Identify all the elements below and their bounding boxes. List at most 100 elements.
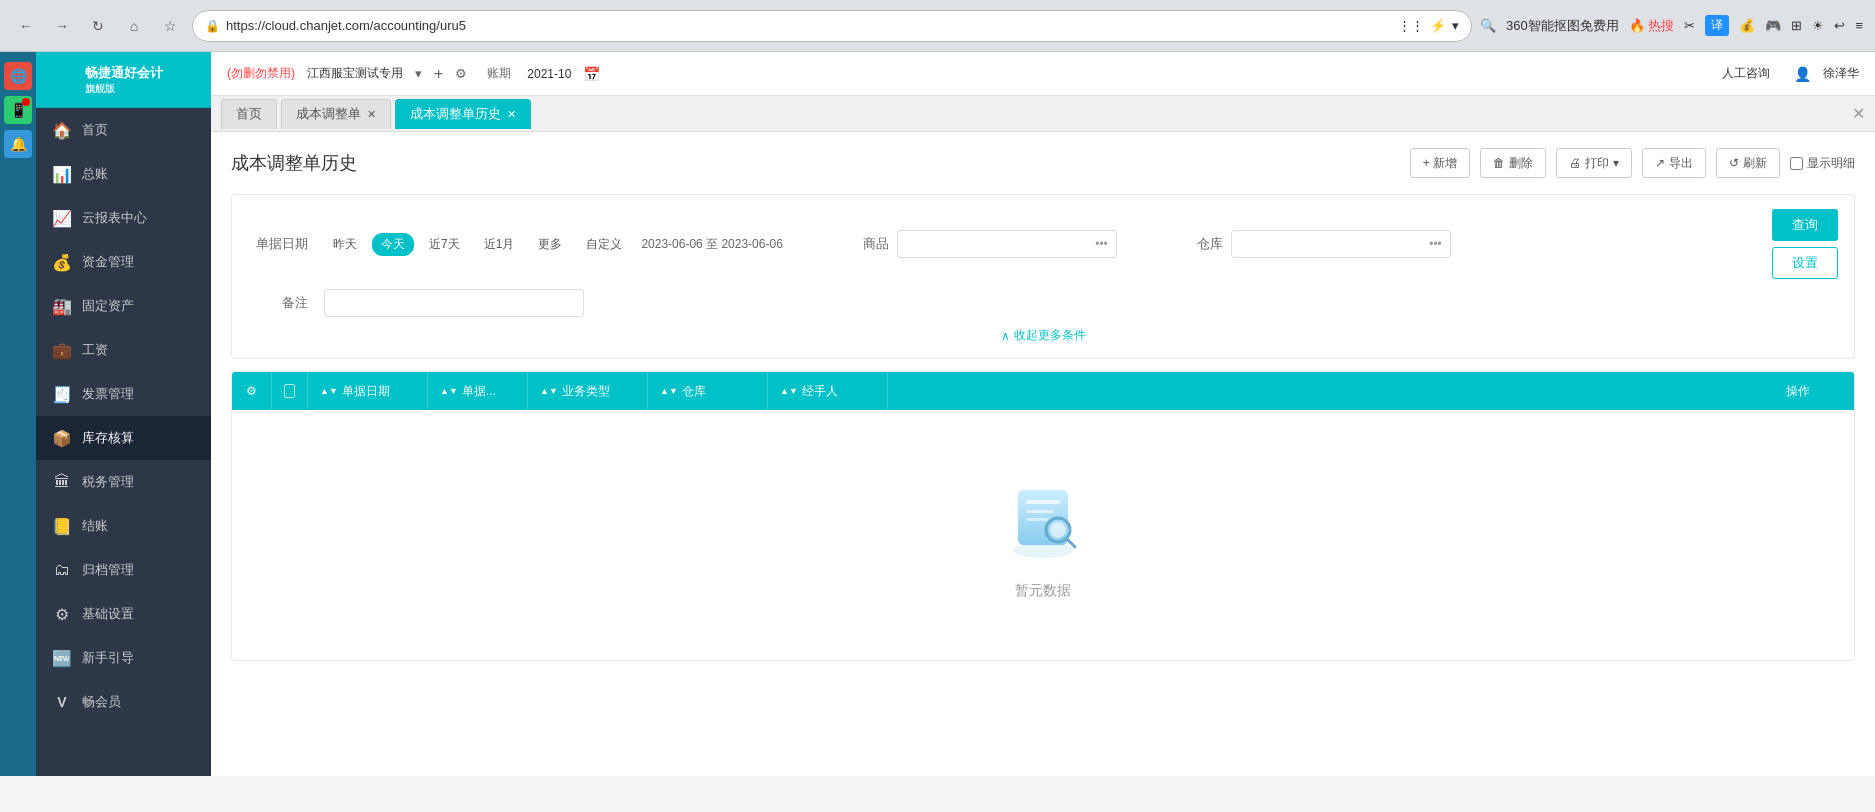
content-area: (勿删勿禁用) 江西服宝测试专用 ▾ + ⚙ 账期 2021-10 📅 人工咨询… [211, 52, 1875, 776]
sidebar-item-archive[interactable]: 🗂 归档管理 [36, 548, 211, 592]
sidebar-item-guide[interactable]: 🆕 新手引导 [36, 636, 211, 680]
user-avatar: 👤 [1794, 66, 1811, 82]
delete-label: 删除 [1509, 155, 1533, 172]
goods-select[interactable]: ••• [897, 230, 1117, 258]
date-btn-more[interactable]: 更多 [529, 233, 571, 256]
sidebar-label-ledger: 总账 [82, 165, 108, 183]
th-check[interactable] [272, 372, 308, 410]
coin-icon: 💰 [1739, 18, 1755, 33]
app-top-bar: (勿删勿禁用) 江西服宝测试专用 ▾ + ⚙ 账期 2021-10 📅 人工咨询… [211, 52, 1875, 96]
date-btn-last-month[interactable]: 近1月 [475, 233, 524, 256]
browser-chrome: ← → ↻ ⌂ ☆ 🔒 https://cloud.chanjet.com/ac… [0, 0, 1875, 52]
home-btn[interactable]: ⌂ [120, 12, 148, 40]
select-all-checkbox[interactable] [284, 384, 295, 398]
collapse-arrow-icon: ∧ [1001, 329, 1010, 343]
filter-row-date: 单据日期 昨天 今天 近7天 近1月 更多 自定义 2023-06-06 至 2… [248, 209, 1838, 279]
settings-icon-header: ⚙ [246, 384, 257, 398]
sidebar-label-payroll: 工资 [82, 341, 108, 359]
sidebar-item-ledger[interactable]: 📊 总账 [36, 152, 211, 196]
query-btn[interactable]: 查询 [1772, 209, 1838, 241]
reload-btn[interactable]: ↻ [84, 12, 112, 40]
sidebar-item-settings[interactable]: ⚙ 基础设置 [36, 592, 211, 636]
tab-cost-adjust-close[interactable]: ✕ [367, 108, 376, 121]
warehouse-select[interactable]: ••• [1231, 230, 1451, 258]
date-btn-yesterday[interactable]: 昨天 [324, 233, 366, 256]
payroll-icon: 💼 [52, 341, 72, 360]
sidebar-item-funds[interactable]: 💰 资金管理 [36, 240, 211, 284]
date-btn-custom[interactable]: 自定义 [577, 233, 631, 256]
company-settings-btn[interactable]: ⚙ [455, 66, 467, 81]
browser-dropdown-icon: ▾ [1452, 18, 1459, 33]
collapse-label: 收起更多条件 [1014, 327, 1086, 344]
sidebar-item-payroll[interactable]: 💼 工资 [36, 328, 211, 372]
sidebar-item-invoice[interactable]: 🧾 发票管理 [36, 372, 211, 416]
collapse-btn[interactable]: ∧ 收起更多条件 [248, 327, 1838, 344]
company-warning: (勿删勿禁用) [227, 65, 295, 82]
quick-icon-3[interactable]: 🔔 [4, 130, 32, 158]
sidebar-item-tax[interactable]: 🏛 税务管理 [36, 460, 211, 504]
logo-name: 畅捷通好会计 [85, 64, 163, 82]
sidebar-item-fixed-assets[interactable]: 🏭 固定资产 [36, 284, 211, 328]
th-person[interactable]: ▲▼ 经手人 [768, 372, 888, 410]
sidebar-item-vip[interactable]: V 畅会员 [36, 680, 211, 724]
delete-icon: 🗑 [1493, 156, 1505, 170]
add-company-btn[interactable]: + [434, 65, 443, 83]
filter-settings-btn[interactable]: 设置 [1772, 247, 1838, 279]
th-type[interactable]: ▲▼ 业务类型 [528, 372, 648, 410]
refresh-btn[interactable]: ↺ 刷新 [1716, 148, 1780, 178]
svg-rect-3 [1026, 500, 1060, 504]
sidebar-item-reports[interactable]: 📈 云报表中心 [36, 196, 211, 240]
tab-home[interactable]: 首页 [221, 99, 277, 129]
delete-btn[interactable]: 🗑 删除 [1480, 148, 1546, 178]
date-btn-last7[interactable]: 近7天 [420, 233, 469, 256]
sidebar-logo: 畅捷通好会计 旗舰版 [36, 52, 211, 108]
sidebar-item-home[interactable]: 🏠 首页 [36, 108, 211, 152]
vip-icon: V [52, 694, 72, 710]
show-columns-checkbox[interactable] [1790, 157, 1803, 170]
th-date[interactable]: ▲▼ 单据日期 [308, 372, 428, 410]
page-title: 成本调整单历史 [231, 151, 357, 175]
bookmark-btn[interactable]: ☆ [156, 12, 184, 40]
tab-cost-adjust[interactable]: 成本调整单 ✕ [281, 99, 391, 129]
th-settings[interactable]: ⚙ [232, 372, 272, 410]
date-range-text: 2023-06-06 至 2023-06-06 [641, 236, 782, 253]
tab-cost-adjust-history-close[interactable]: ✕ [507, 108, 516, 121]
address-bar[interactable]: 🔒 https://cloud.chanjet.com/accounting/u… [192, 10, 1472, 42]
sun-icon: ☀ [1812, 18, 1824, 33]
sidebar-label-close: 结账 [82, 517, 108, 535]
th-date-label: 单据日期 [342, 383, 390, 400]
url-text: https://cloud.chanjet.com/accounting/uru… [226, 18, 1392, 33]
company-dropdown-btn[interactable]: ▾ [415, 66, 422, 81]
new-btn[interactable]: + 新增 [1410, 148, 1470, 178]
consult-label[interactable]: 人工咨询 [1722, 65, 1770, 82]
tab-cost-adjust-history-label: 成本调整单历史 [410, 105, 501, 123]
tab-cost-adjust-label: 成本调整单 [296, 105, 361, 123]
fixed-assets-icon: 🏭 [52, 297, 72, 316]
forward-btn[interactable]: → [48, 12, 76, 40]
undo-icon: ↩ [1834, 18, 1845, 33]
quick-icon-1[interactable]: 🌐 [4, 62, 32, 90]
scissors-icon: ✂ [1684, 18, 1695, 33]
sidebar-item-inventory[interactable]: 📦 库存核算 [36, 416, 211, 460]
th-type-label: 业务类型 [562, 383, 610, 400]
th-voucher[interactable]: ▲▼ 单据... [428, 372, 528, 410]
print-label: 打印 [1585, 155, 1609, 172]
app-layout: 🌐 📱 🔔 畅捷通好会计 旗舰版 🏠 首页 📊 总账 📈 云报表中心 💰 [0, 52, 1875, 776]
export-btn[interactable]: ↗ 导出 [1642, 148, 1706, 178]
back-btn[interactable]: ← [12, 12, 40, 40]
close-all-tabs-btn[interactable]: ✕ [1852, 104, 1865, 123]
tab-cost-adjust-history[interactable]: 成本调整单历史 ✕ [395, 99, 531, 129]
refresh-label: 刷新 [1743, 155, 1767, 172]
date-btn-today[interactable]: 今天 [372, 233, 414, 256]
logo-sub: 旗舰版 [85, 82, 163, 96]
browser-apps-icon: ⋮⋮ [1398, 18, 1424, 33]
th-person-label: 经手人 [802, 383, 838, 400]
note-input[interactable] [324, 289, 584, 317]
sidebar-item-close[interactable]: 📒 结账 [36, 504, 211, 548]
print-btn[interactable]: 🖨 打印 ▾ [1556, 148, 1632, 178]
th-warehouse[interactable]: ▲▼ 仓库 [648, 372, 768, 410]
calendar-icon: 📅 [583, 66, 600, 82]
sidebar-label-invoice: 发票管理 [82, 385, 134, 403]
page-content: 成本调整单历史 + 新增 🗑 删除 🖨 打印 ▾ ↗ 导出 [211, 132, 1875, 776]
quick-icon-2[interactable]: 📱 [4, 96, 32, 124]
